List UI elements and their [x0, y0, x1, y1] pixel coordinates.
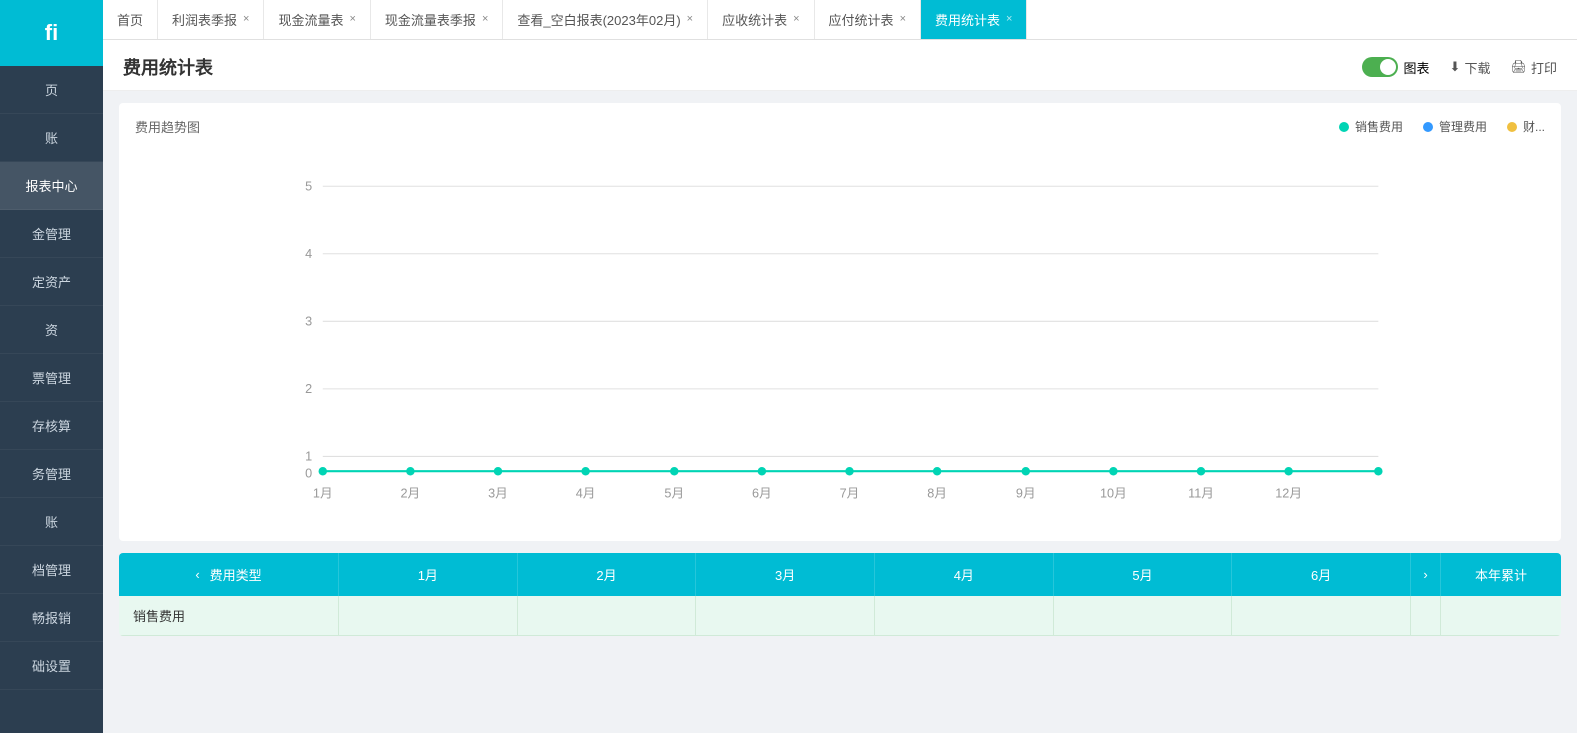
sidebar-item-archive[interactable]: 档管理	[0, 546, 103, 594]
col-nav-next[interactable]: ›	[1411, 553, 1441, 596]
next-arrow-icon[interactable]: ›	[1423, 567, 1427, 582]
row-nav	[1411, 596, 1441, 635]
legend-dot-finance	[1507, 122, 1517, 132]
sidebar-item-capital[interactable]: 资	[0, 306, 103, 354]
chart-title: 费用趋势图	[135, 117, 200, 136]
tab-profit-quarterly[interactable]: 利润表季报 ×	[158, 0, 264, 39]
col-total: 本年累计	[1441, 553, 1561, 596]
tab-payable[interactable]: 应付统计表 ×	[815, 0, 921, 39]
close-icon[interactable]: ×	[482, 14, 488, 25]
col-m6: 6月	[1232, 553, 1411, 596]
close-icon[interactable]: ×	[793, 14, 799, 25]
legend-label-sales: 销售费用	[1355, 118, 1403, 135]
svg-text:10月: 10月	[1100, 487, 1127, 501]
toggle-label: 图表	[1404, 58, 1430, 77]
download-button[interactable]: ⬇ 下载	[1450, 58, 1491, 77]
chart-legend: 销售费用 管理费用 财...	[1339, 118, 1545, 135]
tab-expense-stats[interactable]: 费用统计表 ×	[921, 0, 1027, 39]
svg-text:2: 2	[305, 382, 312, 396]
tab-cashflow-quarterly[interactable]: 现金流量表季报 ×	[371, 0, 503, 39]
chart-section: 费用趋势图 销售费用 管理费用 财...	[119, 103, 1561, 541]
close-icon[interactable]: ×	[687, 14, 693, 25]
legend-sales: 销售费用	[1339, 118, 1403, 135]
legend-label-admin: 管理费用	[1439, 118, 1487, 135]
svg-text:1月: 1月	[313, 487, 333, 501]
table-header: ‹ 费用类型 1月 2月 3月 4月 5月 6月 › 本年累计	[119, 553, 1561, 596]
col-m5: 5月	[1054, 553, 1233, 596]
svg-text:2月: 2月	[401, 487, 421, 501]
main-content: 首页 利润表季报 × 现金流量表 × 现金流量表季报 × 查看_空白报表(202…	[103, 0, 1577, 733]
line-chart: 5 4 3 2 1 0 1月 2月	[135, 144, 1545, 524]
svg-text:1: 1	[305, 450, 312, 464]
sidebar-item-assets[interactable]: 定资产	[0, 258, 103, 306]
svg-text:0: 0	[305, 467, 312, 481]
page-title: 费用统计表	[123, 54, 213, 80]
header-actions: 图表 ⬇ 下载 🖨 打印	[1362, 57, 1557, 77]
row-m1	[339, 596, 518, 635]
sidebar-item-ledger[interactable]: 账	[0, 498, 103, 546]
col-type: ‹ 费用类型	[119, 553, 339, 596]
legend-finance: 财...	[1507, 118, 1545, 135]
sidebar-item-cash[interactable]: 金管理	[0, 210, 103, 258]
close-icon[interactable]: ×	[243, 14, 249, 25]
svg-text:5: 5	[305, 179, 312, 193]
row-m4	[875, 596, 1054, 635]
chart-toggle[interactable]	[1362, 57, 1398, 77]
row-m3	[696, 596, 875, 635]
print-button[interactable]: 🖨 打印	[1510, 58, 1557, 77]
sidebar-item-account[interactable]: 账	[0, 114, 103, 162]
close-icon[interactable]: ×	[1006, 14, 1012, 25]
tab-receivable[interactable]: 应收统计表 ×	[708, 0, 814, 39]
close-icon[interactable]: ×	[900, 14, 906, 25]
svg-text:6月: 6月	[752, 487, 772, 501]
tab-home[interactable]: 首页	[103, 0, 158, 39]
svg-text:9月: 9月	[1016, 487, 1036, 501]
svg-text:3: 3	[305, 315, 312, 329]
legend-admin: 管理费用	[1423, 118, 1487, 135]
expense-table: ‹ 费用类型 1月 2月 3月 4月 5月 6月 › 本年累计 销售费用	[119, 553, 1561, 636]
sidebar-logo: fi	[0, 0, 103, 66]
download-icon: ⬇	[1450, 59, 1461, 75]
sidebar-item-expense[interactable]: 畅报销	[0, 594, 103, 642]
svg-text:8月: 8月	[927, 487, 947, 501]
col-m1: 1月	[339, 553, 518, 596]
sidebar-item-home[interactable]: 页	[0, 66, 103, 114]
row-type-label: 销售费用	[119, 596, 339, 635]
chart-toggle-wrap: 图表	[1362, 57, 1430, 77]
sidebar-item-settings[interactable]: 础设置	[0, 642, 103, 690]
col-m4: 4月	[875, 553, 1054, 596]
svg-text:5月: 5月	[664, 487, 684, 501]
tabs-bar: 首页 利润表季报 × 现金流量表 × 现金流量表季报 × 查看_空白报表(202…	[103, 0, 1577, 40]
page-header: 费用统计表 图表 ⬇ 下载 🖨 打印	[103, 40, 1577, 91]
sidebar: fi 页 账 报表中心 金管理 定资产 资 票管理 存核算 务管理 账 档管理 …	[0, 0, 103, 733]
col-m2: 2月	[518, 553, 697, 596]
chart-header: 费用趋势图 销售费用 管理费用 财...	[135, 117, 1545, 136]
svg-text:12月: 12月	[1275, 487, 1302, 501]
print-icon: 🖨	[1510, 59, 1527, 75]
legend-dot-admin	[1423, 122, 1433, 132]
col-m3: 3月	[696, 553, 875, 596]
sidebar-item-service[interactable]: 务管理	[0, 450, 103, 498]
tab-blank-report[interactable]: 查看_空白报表(2023年02月) ×	[503, 0, 708, 39]
row-total	[1441, 596, 1561, 635]
row-m5	[1054, 596, 1233, 635]
sidebar-item-inventory[interactable]: 存核算	[0, 402, 103, 450]
row-m2	[518, 596, 697, 635]
svg-text:4: 4	[305, 247, 312, 261]
row-m6	[1232, 596, 1411, 635]
close-icon[interactable]: ×	[349, 14, 355, 25]
tab-cashflow[interactable]: 现金流量表 ×	[264, 0, 370, 39]
prev-arrow[interactable]: ‹	[195, 567, 199, 582]
svg-text:3月: 3月	[488, 487, 508, 501]
svg-text:11月: 11月	[1188, 487, 1214, 501]
svg-text:4月: 4月	[576, 487, 596, 501]
legend-label-finance: 财...	[1523, 118, 1545, 135]
svg-text:7月: 7月	[840, 487, 860, 501]
sidebar-item-reports[interactable]: 报表中心	[0, 162, 103, 210]
table-row: 销售费用	[119, 596, 1561, 636]
legend-dot-sales	[1339, 122, 1349, 132]
sidebar-item-invoice[interactable]: 票管理	[0, 354, 103, 402]
